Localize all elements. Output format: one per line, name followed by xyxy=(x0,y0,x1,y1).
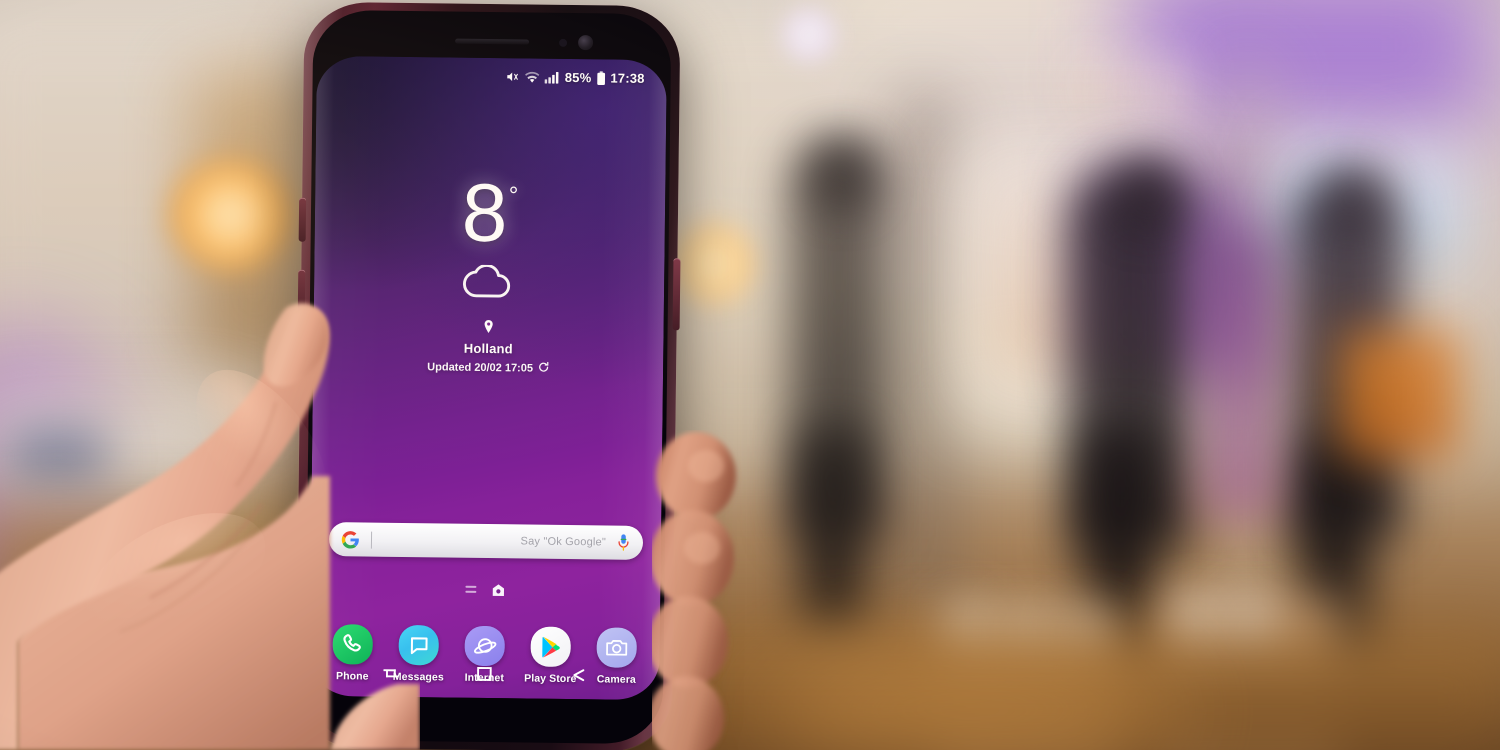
fingers-right-side xyxy=(652,432,736,750)
front-camera xyxy=(578,35,594,51)
orange-bag xyxy=(1340,330,1460,460)
temperature-value: 8 xyxy=(461,167,507,260)
ceiling-bokeh-dot xyxy=(780,6,838,64)
signal-bars-icon xyxy=(544,71,560,84)
back-button[interactable] xyxy=(561,661,595,689)
earpiece-speaker xyxy=(455,38,530,45)
proximity-sensor xyxy=(559,38,568,47)
device-screen-right-2 xyxy=(1393,148,1455,260)
battery-icon xyxy=(596,70,605,85)
refresh-icon[interactable] xyxy=(538,362,549,376)
photo-scene: 85% 17:38 8 ° Holland Updated 20/02 17:0… xyxy=(0,0,1500,750)
person-legs-1 xyxy=(800,430,866,640)
power-button[interactable] xyxy=(672,258,681,331)
doorway-frame xyxy=(905,100,945,620)
pendant-lamp-1 xyxy=(1075,48,1099,122)
person-head-1 xyxy=(818,142,870,204)
location-pin-icon xyxy=(483,320,493,338)
weather-location-label: Holland xyxy=(463,341,513,357)
temperature-row: 8 ° xyxy=(461,167,519,260)
person-head-2 xyxy=(1120,160,1178,226)
clock-label: 17:38 xyxy=(610,70,645,86)
person-head-3 xyxy=(1325,168,1379,230)
home-button[interactable] xyxy=(467,660,501,688)
wifi-icon xyxy=(525,71,540,83)
app-list-lines-icon[interactable] xyxy=(464,585,476,593)
degree-symbol: ° xyxy=(508,182,519,210)
pendant-lamp-3 xyxy=(1158,56,1184,126)
person-shirt-accent xyxy=(1200,230,1280,520)
weather-updated-label: Updated 20/02 17:05 xyxy=(427,361,534,375)
bixby-button[interactable] xyxy=(298,197,307,242)
home-page-icon[interactable] xyxy=(491,582,506,597)
pendant-lamp-2 xyxy=(1118,52,1142,124)
pendant-light-bokeh-left xyxy=(170,160,290,270)
weather-updated-row: Updated 20/02 17:05 xyxy=(427,361,549,376)
hand-holding-phone xyxy=(0,280,420,750)
microphone-icon[interactable] xyxy=(616,533,631,552)
pendant-light-bokeh-left2 xyxy=(670,222,758,306)
status-bar: 85% 17:38 xyxy=(505,69,645,86)
battery-percent-label: 85% xyxy=(564,69,592,86)
mute-icon xyxy=(505,70,520,83)
cloud-icon xyxy=(462,264,516,305)
purple-wall-glow xyxy=(1130,0,1490,130)
